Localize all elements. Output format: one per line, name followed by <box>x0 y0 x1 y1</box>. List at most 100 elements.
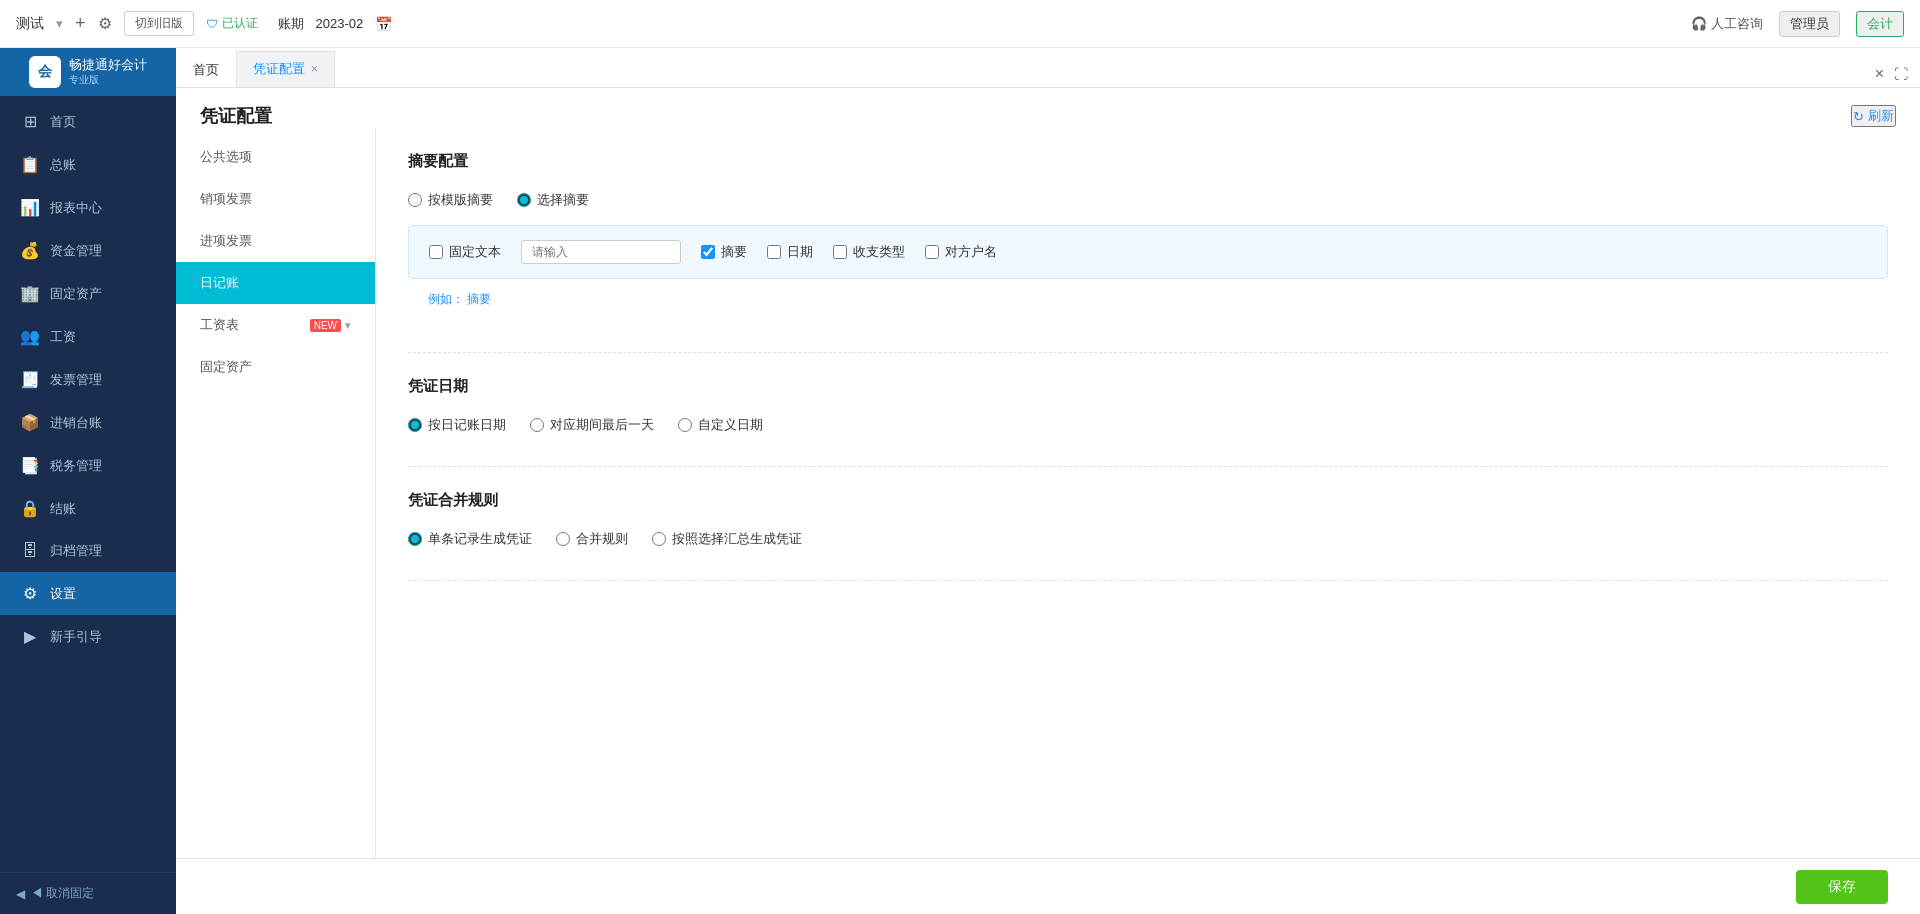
checkbox-counterparty[interactable] <box>925 245 939 259</box>
sidebar-item-label: 工资 <box>50 328 76 346</box>
sidebar-item-ledger[interactable]: 📋 总账 <box>0 143 176 186</box>
checkbox-income-type-label[interactable]: 收支类型 <box>833 243 905 261</box>
radio-merge-rule-label[interactable]: 合并规则 <box>556 530 628 548</box>
sidebar-item-sales[interactable]: 📦 进销台账 <box>0 401 176 444</box>
add-button[interactable]: + <box>75 13 86 34</box>
admin-btn[interactable]: 管理员 <box>1779 11 1840 37</box>
date-section-title: 凭证日期 <box>408 377 1888 396</box>
sidebar-item-wage[interactable]: 👥 工资 <box>0 315 176 358</box>
checkbox-date-label[interactable]: 日期 <box>767 243 813 261</box>
ledger-icon: 📋 <box>20 155 40 174</box>
example-text-area: 例如： 摘要 <box>408 291 1888 320</box>
radio-template-label[interactable]: 按模版摘要 <box>408 191 493 209</box>
tab-voucher-config[interactable]: 凭证配置 × <box>236 51 335 87</box>
sidebar-item-fund[interactable]: 💰 资金管理 <box>0 229 176 272</box>
sidebar-item-report[interactable]: 📊 报表中心 <box>0 186 176 229</box>
summary-radio-group: 按模版摘要 选择摘要 <box>408 191 1888 209</box>
calendar-icon[interactable]: 📅 <box>375 16 392 32</box>
sidebar-item-asset[interactable]: 🏢 固定资产 <box>0 272 176 315</box>
left-nav-item-purchase-invoice[interactable]: 进项发票 <box>176 220 375 262</box>
fixed-text-input[interactable] <box>521 240 681 264</box>
merge-section-title: 凭证合并规则 <box>408 491 1888 510</box>
radio-period-last[interactable] <box>530 418 544 432</box>
radio-custom-date[interactable] <box>678 418 692 432</box>
radio-single[interactable] <box>408 532 422 546</box>
checkbox-summary[interactable] <box>701 245 715 259</box>
radio-merge-rule[interactable] <box>556 532 570 546</box>
invoice-icon: 🧾 <box>20 370 40 389</box>
sidebar-item-guide[interactable]: ▶ 新手引导 <box>0 615 176 658</box>
logo-text: 畅捷通好会计 <box>69 57 147 73</box>
example-value: 摘要 <box>467 292 491 306</box>
service-btn[interactable]: 🎧 人工咨询 <box>1691 15 1763 33</box>
sidebar-item-label: 发票管理 <box>50 371 102 389</box>
company-chevron[interactable]: ▾ <box>56 16 63 31</box>
tab-home-label: 首页 <box>193 61 219 79</box>
sidebar-item-closing[interactable]: 🔒 结账 <box>0 487 176 530</box>
switch-old-btn[interactable]: 切到旧版 <box>124 11 194 36</box>
new-badge: NEW <box>310 319 341 332</box>
settings-icon: ⚙ <box>20 584 40 603</box>
checkbox-fixed-text-label[interactable]: 固定文本 <box>429 243 501 261</box>
left-nav-item-sales-invoice[interactable]: 销项发票 <box>176 178 375 220</box>
checkbox-summary-label[interactable]: 摘要 <box>701 243 747 261</box>
left-nav-item-fixed-assets[interactable]: 固定资产 <box>176 346 375 388</box>
radio-select-summary[interactable] <box>652 532 666 546</box>
radio-single-label[interactable]: 单条记录生成凭证 <box>408 530 532 548</box>
radio-period-last-label[interactable]: 对应期间最后一天 <box>530 416 654 434</box>
date-radio-group: 按日记账日期 对应期间最后一天 自定义日期 <box>408 416 1888 434</box>
sidebar-item-tax[interactable]: 📑 税务管理 <box>0 444 176 487</box>
sidebar-item-home[interactable]: ⊞ 首页 <box>0 100 176 143</box>
refresh-button[interactable]: ↻ 刷新 <box>1851 105 1896 127</box>
right-content: 摘要配置 按模版摘要 选择摘要 <box>376 128 1920 858</box>
left-nav-item-public[interactable]: 公共选项 <box>176 136 375 178</box>
sidebar-item-settings[interactable]: ⚙ 设置 <box>0 572 176 615</box>
tab-close-icon[interactable]: × <box>311 62 318 76</box>
sidebar-item-label: 总账 <box>50 156 76 174</box>
left-nav-item-journal[interactable]: 日记账 <box>176 262 375 304</box>
period-label: 账期 <box>278 15 304 33</box>
merge-radio-group: 单条记录生成凭证 合并规则 按照选择汇总生成凭证 <box>408 530 1888 548</box>
sidebar-item-label: 报表中心 <box>50 199 102 217</box>
role-btn[interactable]: 会计 <box>1856 11 1904 37</box>
radio-merge-rule-text: 合并规则 <box>576 530 628 548</box>
bottom-bar: 保存 <box>176 858 1920 914</box>
sidebar-item-invoice[interactable]: 🧾 发票管理 <box>0 358 176 401</box>
radio-select-summary-label[interactable]: 按照选择汇总生成凭证 <box>652 530 802 548</box>
sidebar-item-label: 归档管理 <box>50 542 102 560</box>
checkbox-income-type[interactable] <box>833 245 847 259</box>
checkbox-date[interactable] <box>767 245 781 259</box>
radio-select-label[interactable]: 选择摘要 <box>517 191 589 209</box>
left-nav: 公共选项 销项发票 进项发票 日记账 工资表 NEW ▾ 固定资产 <box>176 128 376 858</box>
guide-icon: ▶ <box>20 627 40 646</box>
tab-home[interactable]: 首页 <box>176 51 236 87</box>
radio-custom-date-label[interactable]: 自定义日期 <box>678 416 763 434</box>
window-close-icon[interactable]: × <box>1875 65 1884 83</box>
radio-select[interactable] <box>517 193 531 207</box>
divider-2 <box>408 466 1888 467</box>
radio-journal-date-label[interactable]: 按日记账日期 <box>408 416 506 434</box>
sidebar-footer[interactable]: ◀ ◀ 取消固定 <box>0 872 176 914</box>
sidebar-item-archive[interactable]: 🗄 归档管理 <box>0 530 176 572</box>
tab-voucher-config-label: 凭证配置 <box>253 60 305 78</box>
unpin-text: ◀ 取消固定 <box>31 885 94 902</box>
checkbox-fixed-text[interactable] <box>429 245 443 259</box>
gear-icon[interactable]: ⚙ <box>98 14 112 33</box>
headset-icon: 🎧 <box>1691 16 1707 31</box>
unpin-icon: ◀ <box>16 887 25 901</box>
checkbox-counterparty-label[interactable]: 对方户名 <box>925 243 997 261</box>
radio-journal-date[interactable] <box>408 418 422 432</box>
payroll-label: 工资表 <box>200 316 239 334</box>
divider-1 <box>408 352 1888 353</box>
sidebar-item-label: 新手引导 <box>50 628 102 646</box>
sales-icon: 📦 <box>20 413 40 432</box>
content-area: 凭证配置 ↻ 刷新 公共选项 销项发票 进项发票 日记账 工资表 NEW <box>176 88 1920 858</box>
save-button[interactable]: 保存 <box>1796 870 1888 904</box>
sidebar-item-label: 首页 <box>50 113 76 131</box>
left-nav-item-payroll[interactable]: 工资表 NEW ▾ <box>176 304 375 346</box>
radio-template[interactable] <box>408 193 422 207</box>
window-expand-icon[interactable]: ⛶ <box>1894 66 1908 82</box>
checkbox-date-text: 日期 <box>787 243 813 261</box>
radio-select-text: 选择摘要 <box>537 191 589 209</box>
closing-icon: 🔒 <box>20 499 40 518</box>
